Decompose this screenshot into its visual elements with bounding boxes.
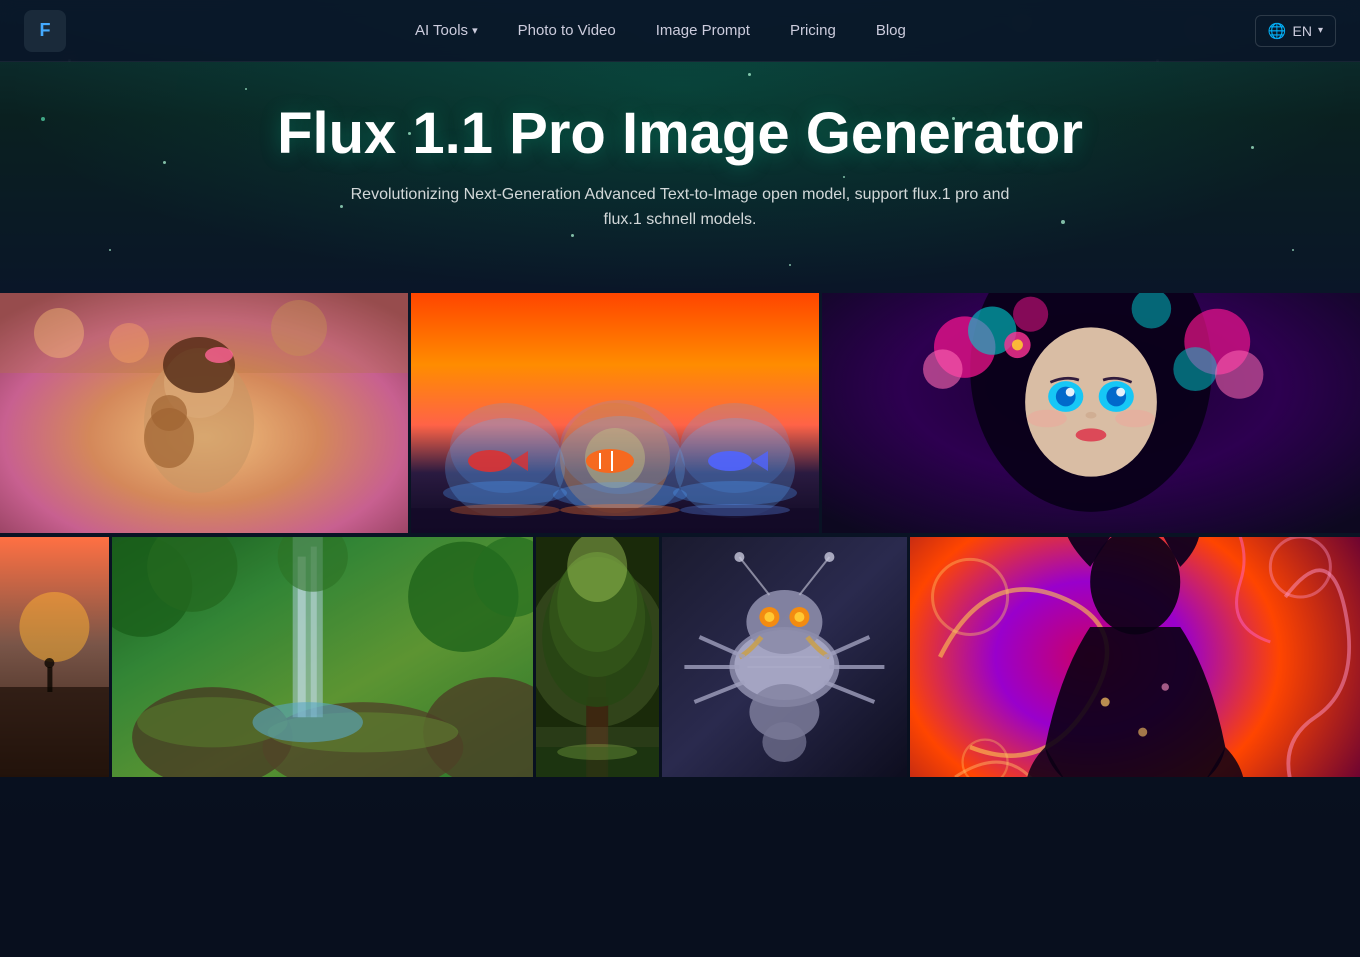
language-selector[interactable]: 🌐 EN ▾ bbox=[1255, 15, 1336, 47]
nav-item-blog[interactable]: Blog bbox=[860, 14, 922, 47]
logo[interactable]: F bbox=[24, 10, 66, 52]
bottom-area bbox=[0, 837, 1360, 957]
image-magic-tree[interactable] bbox=[536, 537, 658, 777]
image-row-1 bbox=[0, 293, 1360, 533]
image-anime-girl[interactable] bbox=[822, 293, 1360, 533]
image-row-2 bbox=[0, 537, 1360, 777]
globe-icon: 🌐 bbox=[1268, 22, 1287, 40]
image-fish-bowls[interactable] bbox=[411, 293, 819, 533]
image-waterfall[interactable] bbox=[112, 537, 534, 777]
hero-title: Flux 1.1 Pro Image Generator bbox=[20, 102, 1340, 166]
hero-content: Flux 1.1 Pro Image Generator Revolutioni… bbox=[0, 62, 1360, 263]
image-beach-dusk[interactable] bbox=[0, 537, 109, 777]
nav-item-ai-tools[interactable]: AI Tools bbox=[399, 14, 494, 47]
nav-item-image-prompt[interactable]: Image Prompt bbox=[640, 14, 766, 47]
image-girl-teddy[interactable] bbox=[0, 293, 408, 533]
image-silhouette-woman[interactable] bbox=[910, 537, 1360, 777]
nav-links: AI Tools Photo to Video Image Prompt Pri… bbox=[399, 14, 922, 47]
nav-item-pricing[interactable]: Pricing bbox=[774, 14, 852, 47]
nav-item-photo-to-video[interactable]: Photo to Video bbox=[502, 14, 632, 47]
image-gallery bbox=[0, 293, 1360, 837]
image-robot-ant[interactable] bbox=[662, 537, 907, 777]
navigation: F AI Tools Photo to Video Image Prompt P… bbox=[0, 0, 1360, 62]
chevron-down-icon: ▾ bbox=[1318, 25, 1323, 36]
hero-subtitle: Revolutionizing Next-Generation Advanced… bbox=[330, 182, 1030, 233]
